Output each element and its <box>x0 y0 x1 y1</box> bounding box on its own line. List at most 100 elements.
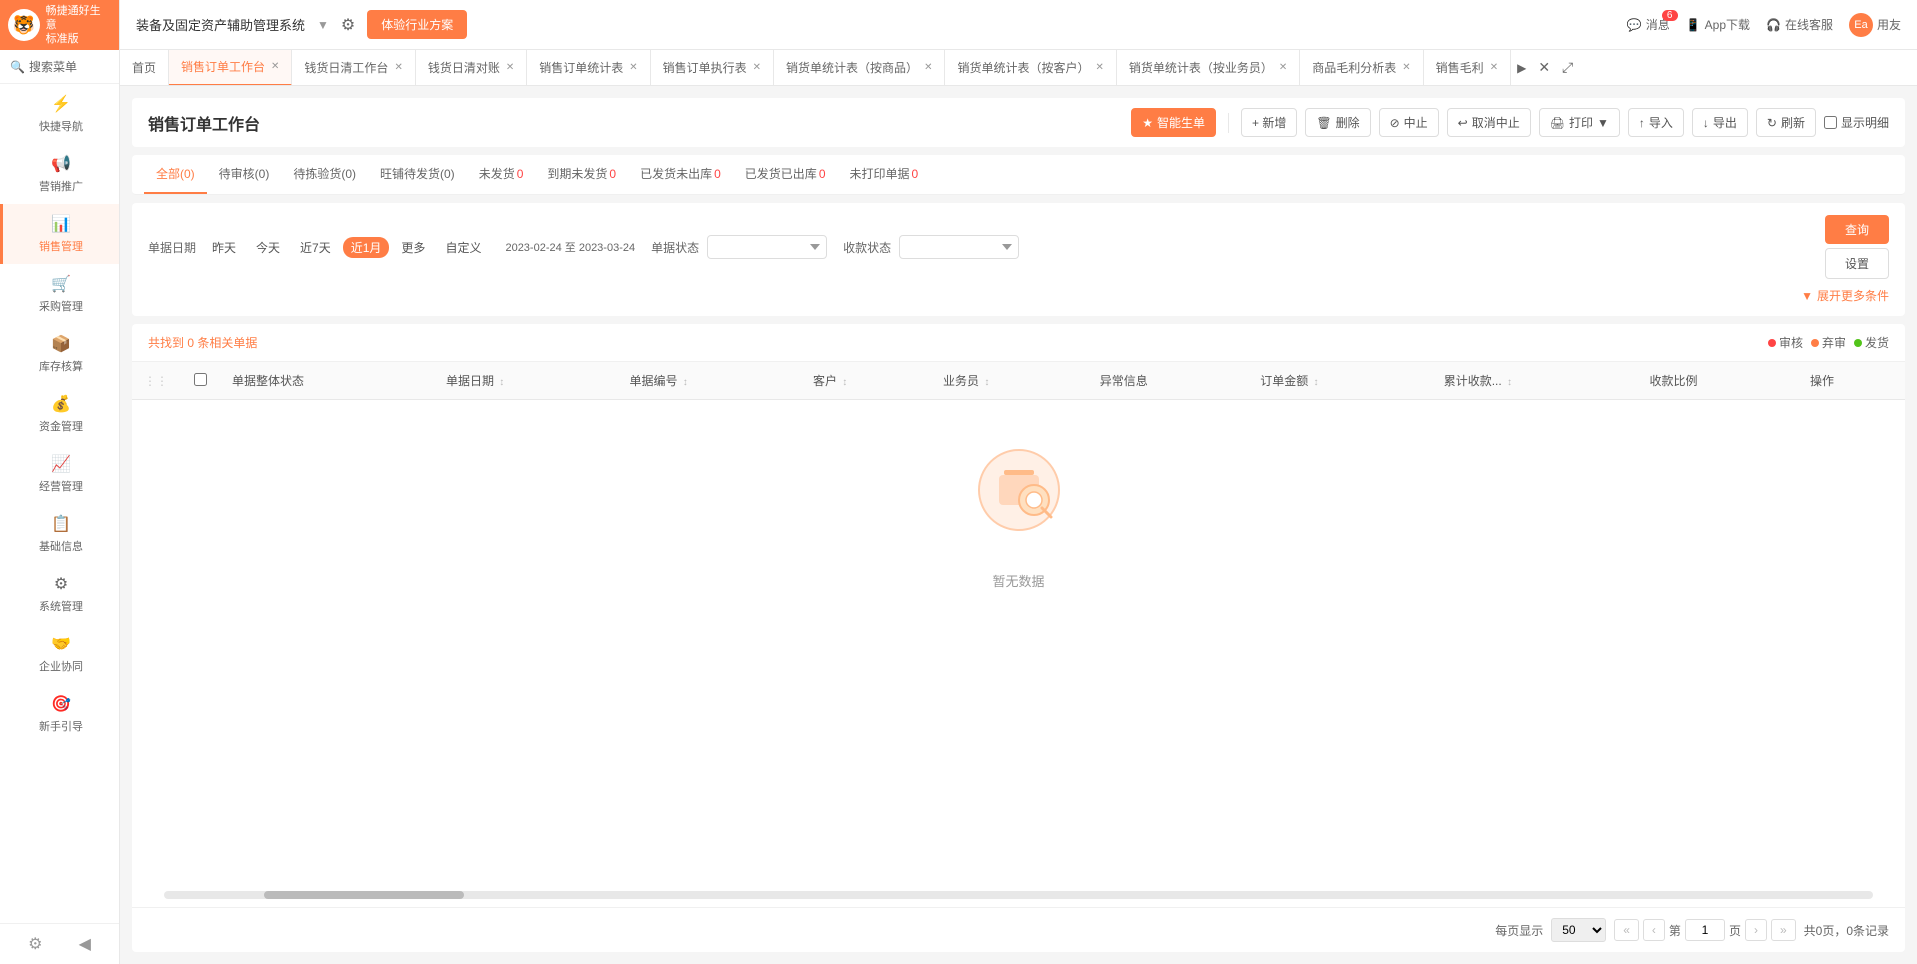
industry-solution-button[interactable]: 体验行业方案 <box>367 10 467 39</box>
export-button[interactable]: ↓ 导出 <box>1692 108 1748 137</box>
payment-status-select[interactable] <box>899 235 1019 259</box>
checkbox-all-header[interactable] <box>180 362 220 400</box>
sidebar-item-finance[interactable]: 💰 资金管理 <box>0 384 119 444</box>
tab-close-sales-exec[interactable]: ✕ <box>753 62 761 73</box>
sub-tab-wangpu-ship[interactable]: 旺铺待发货(0) <box>368 155 467 194</box>
sidebar-item-inventory[interactable]: 📦 库存核算 <box>0 324 119 384</box>
expand-filter-button[interactable]: ▼ 展开更多条件 <box>1801 287 1889 304</box>
show-detail-checkbox[interactable] <box>1824 116 1837 129</box>
user-menu-button[interactable]: Ea 用友 <box>1849 13 1901 37</box>
refresh-button[interactable]: ↻ 刷新 <box>1756 108 1816 137</box>
sub-tab-expired-ship[interactable]: 到期未发货0 <box>535 155 628 194</box>
sub-tab-not-shipped[interactable]: 未发货0 <box>467 155 536 194</box>
tab-cash-daily[interactable]: 钱货日清工作台✕ <box>292 50 415 86</box>
scroll-thumb[interactable] <box>264 891 464 899</box>
tab-close-product-margin[interactable]: ✕ <box>1402 62 1410 73</box>
tabs-next-arrow[interactable]: ▶ <box>1511 50 1532 86</box>
settings-icon[interactable]: ⚙ <box>28 934 42 954</box>
date-btn-yesterday[interactable]: 昨天 <box>204 237 244 258</box>
tabs-close-all-button[interactable]: ✕ <box>1532 50 1556 86</box>
sub-tab-all[interactable]: 全部(0) <box>144 155 207 194</box>
tab-close-sales-summary-product[interactable]: ✕ <box>924 62 932 73</box>
select-all-checkbox[interactable] <box>194 373 207 386</box>
sub-tab-not-printed[interactable]: 未打印单据0 <box>838 155 931 194</box>
date-col-header[interactable]: 单据日期 ↕ <box>434 362 618 400</box>
sub-tab-shipped-out[interactable]: 已发货已出库0 <box>733 155 838 194</box>
tab-sales-summary-product[interactable]: 销货单统计表（按商品）✕ <box>774 50 945 86</box>
horizontal-scrollbar[interactable] <box>164 891 1873 899</box>
filter-settings-button[interactable]: 设置 <box>1825 248 1889 279</box>
tab-cash-reconcile[interactable]: 钱货日清对账✕ <box>416 50 527 86</box>
page-header: 销售订单工作台 ★ 智能生单 + 新增 🗑 删除 ⊘ 中止 ↩ <box>132 98 1905 147</box>
tab-close-sales-summary-staff[interactable]: ✕ <box>1279 62 1287 73</box>
date-btn-today[interactable]: 今天 <box>248 237 288 258</box>
page-title: 销售订单工作台 <box>148 111 260 135</box>
review-action-button[interactable]: 审核 <box>1768 334 1803 351</box>
tab-sales-stats[interactable]: 销售订单统计表✕ <box>527 50 650 86</box>
tab-close-sales-heli[interactable]: ✕ <box>1490 62 1498 73</box>
sidebar-item-purchase[interactable]: 🛒 采购管理 <box>0 264 119 324</box>
sidebar-item-sales[interactable]: 📊 销售管理 <box>0 204 119 264</box>
tab-close-cash-daily[interactable]: ✕ <box>394 62 402 73</box>
tab-label-home: 首页 <box>132 59 156 76</box>
sidebar-item-guide[interactable]: 🎯 新手引导 <box>0 684 119 744</box>
suspend-button[interactable]: ⊘ 中止 <box>1379 108 1439 137</box>
tab-close-cash-reconcile[interactable]: ✕ <box>506 62 514 73</box>
sidebar-item-system[interactable]: ⚙ 系统管理 <box>0 564 119 624</box>
ship-action-button[interactable]: 发货 <box>1854 334 1889 351</box>
sidebar-item-marketing[interactable]: 📢 营销推广 <box>0 144 119 204</box>
online-service-button[interactable]: 🎧 在线客服 <box>1766 16 1833 33</box>
tab-product-margin[interactable]: 商品毛利分析表✕ <box>1300 50 1423 86</box>
tab-sales-summary-staff[interactable]: 销货单统计表（按业务员）✕ <box>1117 50 1300 86</box>
delete-button[interactable]: 🗑 删除 <box>1305 108 1370 137</box>
topbar-settings-icon[interactable]: ⚙ <box>341 15 355 35</box>
prev-page-button[interactable]: ‹ <box>1643 919 1665 941</box>
doc-status-select[interactable] <box>707 235 827 259</box>
sidebar-item-label: 基础信息 <box>39 538 83 554</box>
print-button[interactable]: 🖨 打印 ▼ <box>1539 108 1620 137</box>
tab-sales-heli[interactable]: 销售毛利✕ <box>1424 50 1511 86</box>
collapse-icon[interactable]: ◀ <box>79 934 91 954</box>
import-button[interactable]: ↑ 导入 <box>1628 108 1684 137</box>
staff-col-header[interactable]: 业务员 ↕ <box>931 362 1088 400</box>
sidebar-item-operations[interactable]: 📈 经营管理 <box>0 444 119 504</box>
next-page-button[interactable]: › <box>1745 919 1767 941</box>
last-page-button[interactable]: » <box>1771 919 1796 941</box>
date-btn-7days[interactable]: 近7天 <box>292 237 339 258</box>
tab-sales-order[interactable]: 销售订单工作台✕ <box>169 50 292 86</box>
collected-col-header[interactable]: 累计收款... ↕ <box>1432 362 1638 400</box>
sub-tab-pending-check[interactable]: 待拣验货(0) <box>281 155 368 194</box>
sub-tab-pending-review[interactable]: 待审核(0) <box>207 155 282 194</box>
amount-col-header[interactable]: 订单金额 ↕ <box>1248 362 1432 400</box>
unreviewed-action-button[interactable]: 弃审 <box>1811 334 1846 351</box>
tabs-expand-button[interactable]: ⤢ <box>1556 50 1579 86</box>
app-download-button[interactable]: 📱 App下载 <box>1686 16 1750 33</box>
sidebar-item-enterprise[interactable]: 🤝 企业协同 <box>0 624 119 684</box>
date-btn-custom[interactable]: 自定义 <box>437 237 489 258</box>
customer-col-header[interactable]: 客户 ↕ <box>801 362 931 400</box>
cancel-suspend-button[interactable]: ↩ 取消中止 <box>1447 108 1531 137</box>
number-col-header[interactable]: 单据编号 ↕ <box>617 362 801 400</box>
smart-generate-button[interactable]: ★ 智能生单 <box>1131 108 1216 137</box>
message-button[interactable]: 💬 6 消息 <box>1627 16 1670 33</box>
tab-sales-exec[interactable]: 销售订单执行表✕ <box>651 50 774 86</box>
sidebar-item-quick-nav[interactable]: ⚡ 快捷导航 <box>0 84 119 144</box>
tab-close-sales-order[interactable]: ✕ <box>271 61 279 72</box>
print-dropdown-icon: ▼ <box>1597 116 1609 130</box>
per-page-select[interactable]: 50 20 100 <box>1551 918 1606 942</box>
tab-home[interactable]: 首页 <box>120 50 169 86</box>
date-btn-more[interactable]: 更多 <box>393 237 433 258</box>
tab-close-sales-summary-client[interactable]: ✕ <box>1095 62 1103 73</box>
page-number-input[interactable] <box>1685 919 1725 941</box>
first-page-button[interactable]: « <box>1614 919 1639 941</box>
sub-tab-shipped-no-out[interactable]: 已发货未出库0 <box>628 155 733 194</box>
tab-close-sales-stats[interactable]: ✕ <box>629 62 637 73</box>
add-button[interactable]: + 新增 <box>1241 108 1297 137</box>
sales-icon: 📊 <box>51 214 71 234</box>
topbar-dropdown-icon[interactable]: ▼ <box>317 18 329 32</box>
sidebar-search[interactable]: 🔍 搜索菜单 <box>0 50 119 84</box>
sidebar-item-basic-info[interactable]: 📋 基础信息 <box>0 504 119 564</box>
query-button[interactable]: 查询 <box>1825 215 1889 244</box>
date-btn-1month[interactable]: 近1月 <box>343 237 390 258</box>
tab-sales-summary-client[interactable]: 销货单统计表（按客户）✕ <box>945 50 1116 86</box>
